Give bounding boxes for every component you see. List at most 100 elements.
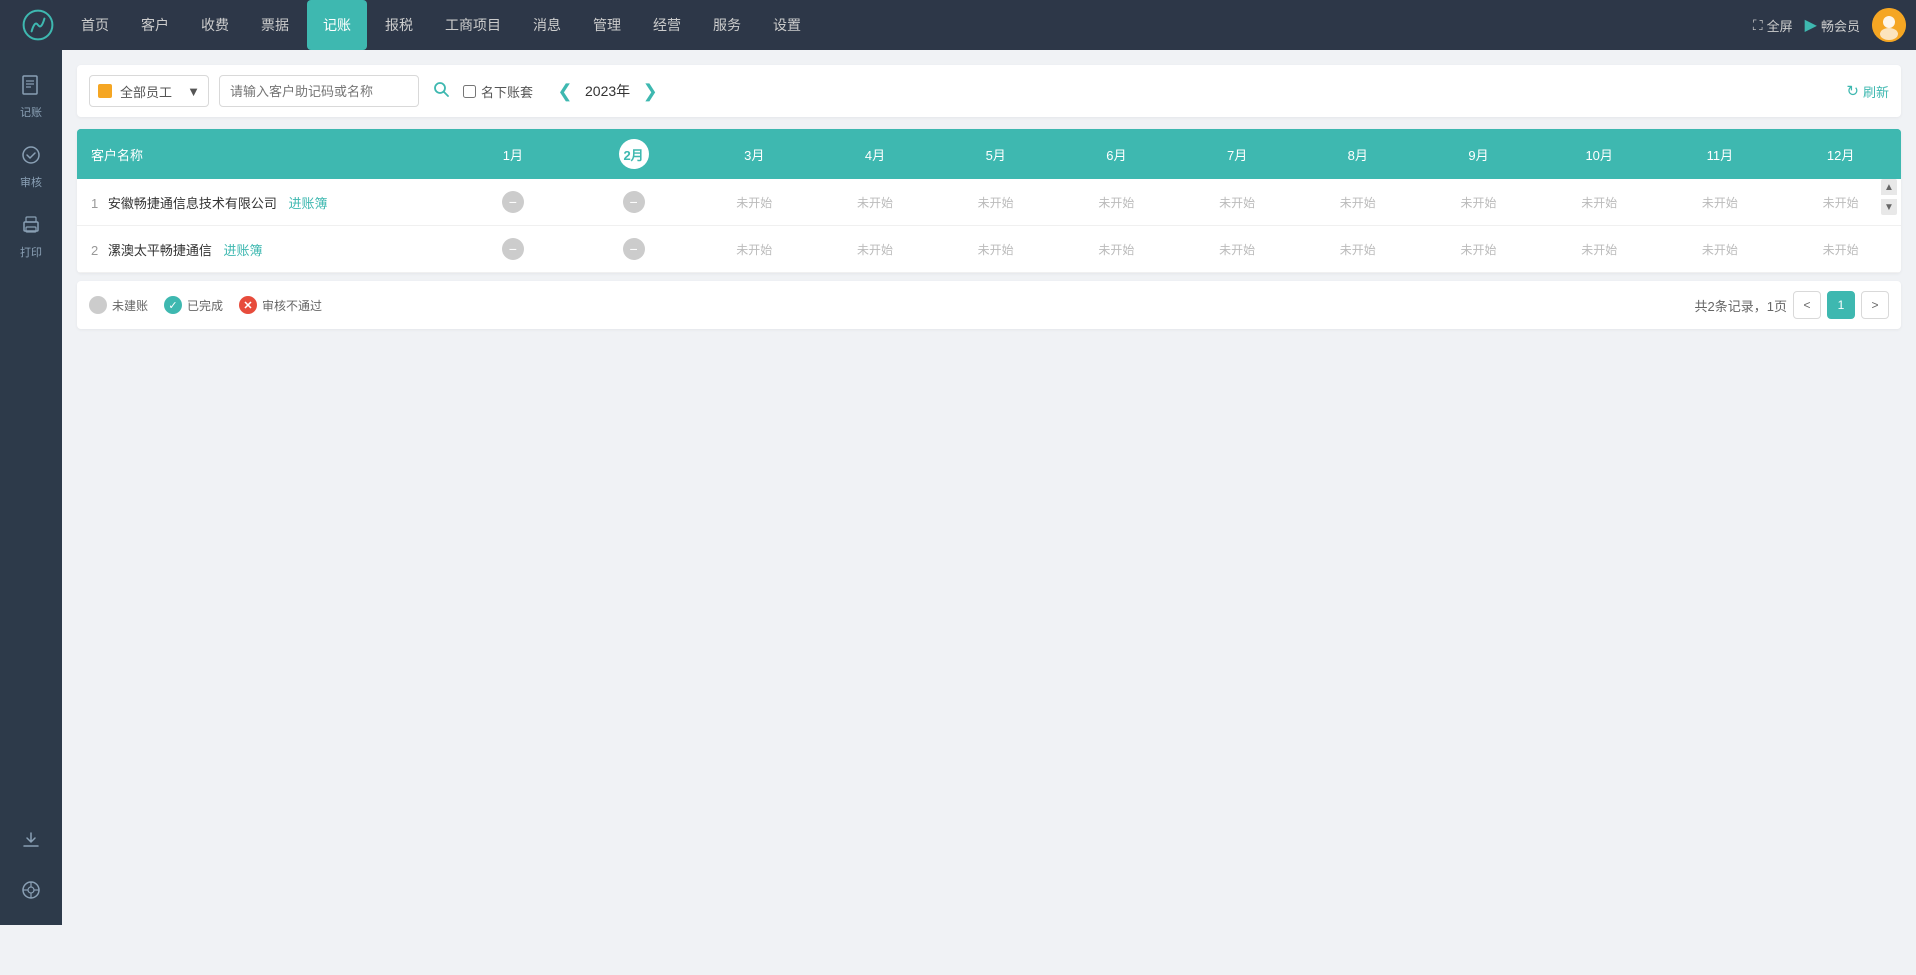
month-cell-2: 未开始: [694, 179, 815, 226]
fullscreen-btn[interactable]: ⛶ 全屏: [1753, 16, 1793, 35]
nav-operation[interactable]: 经营: [637, 0, 697, 50]
prev-year-button[interactable]: ❮: [553, 79, 577, 103]
chevron-down-icon: ▼: [187, 84, 200, 99]
prev-page-button[interactable]: <: [1793, 291, 1821, 319]
nav-business[interactable]: 工商项目: [429, 0, 517, 50]
check-icon: ✓: [168, 299, 177, 312]
month-cell-10: 未开始: [1660, 226, 1781, 273]
status-not-started: 未开始: [1098, 196, 1134, 210]
status-not-started: 未开始: [978, 243, 1014, 257]
nav-settings[interactable]: 设置: [757, 0, 817, 50]
table-row: 2 漯澳太平畅捷通信 进账簿 −−未开始未开始未开始未开始未开始未开始未开始未开…: [77, 226, 1901, 273]
month-cell-6: 未开始: [1177, 179, 1298, 226]
header-month-8: 8月: [1297, 129, 1418, 179]
scroll-down-button[interactable]: ▼: [1881, 199, 1897, 215]
status-not-started: 未开始: [1702, 243, 1738, 257]
search-input[interactable]: [219, 75, 419, 107]
member-btn[interactable]: ▶ 畅会员: [1805, 15, 1860, 35]
header-month-3: 3月: [694, 129, 815, 179]
status-not-started: 未开始: [1581, 243, 1617, 257]
nav-fee[interactable]: 收费: [185, 0, 245, 50]
status-not-started: 未开始: [857, 243, 893, 257]
status-not-started: 未开始: [1340, 243, 1376, 257]
toolbar: 全部员工 ▼ 名下账套 ❮ 2023年 ❯ ↻ 刷新: [77, 65, 1901, 117]
next-year-button[interactable]: ❯: [638, 79, 662, 103]
nav-home[interactable]: 首页: [65, 0, 125, 50]
month-cell-7: 未开始: [1297, 179, 1418, 226]
status-not-started: 未开始: [978, 196, 1014, 210]
status-not-started: 未开始: [736, 196, 772, 210]
month-cell-5: 未开始: [1056, 226, 1177, 273]
status-not-started: 未开始: [1340, 196, 1376, 210]
print-icon: [16, 210, 46, 240]
month-cell-3: 未开始: [815, 179, 936, 226]
status-not-started: 未开始: [1098, 243, 1134, 257]
side-nav: 记账 审核 打印: [0, 50, 62, 925]
year-display: 2023年: [585, 81, 630, 101]
month-cell-9: 未开始: [1539, 226, 1660, 273]
month-cell-2: 未开始: [694, 226, 815, 273]
audit-icon: [16, 140, 46, 170]
header-month-6: 6月: [1056, 129, 1177, 179]
header-month-7: 7月: [1177, 129, 1298, 179]
header-month-4: 4月: [815, 129, 936, 179]
status-not-started: 未开始: [1702, 196, 1738, 210]
month-cell-3: 未开始: [815, 226, 936, 273]
pagination: 共2条记录，1页 < 1 >: [1695, 291, 1889, 319]
my-accounts-checkbox[interactable]: [463, 85, 476, 98]
my-accounts-label: 名下账套: [481, 82, 533, 101]
search-button[interactable]: [429, 81, 453, 102]
nav-invoice[interactable]: 票据: [245, 0, 305, 50]
page-1-button[interactable]: 1: [1827, 291, 1855, 319]
footer: 未建账 ✓ 已完成 ✕ 审核不通过 共2条记录，1页 < 1 >: [77, 281, 1901, 329]
side-nav-audit-label: 审核: [20, 174, 42, 190]
status-circle: −: [502, 191, 524, 213]
side-nav-ledger[interactable]: 记账: [0, 60, 62, 130]
legend-completed-label: 已完成: [187, 297, 223, 314]
status-not-started: 未开始: [1460, 243, 1496, 257]
x-icon: ✕: [243, 299, 252, 312]
my-accounts-checkbox-label[interactable]: 名下账套: [463, 82, 533, 101]
legend-red-icon: ✕: [239, 296, 257, 314]
table-scroll[interactable]: 客户名称 1月 2月 3月 4月 5月 6月 7月 8月 9月 10月 11月 …: [77, 129, 1901, 273]
side-nav-print[interactable]: 打印: [0, 200, 62, 270]
avatar[interactable]: [1872, 8, 1906, 42]
table-row: 1 安徽畅捷通信息技术有限公司 进账簿 −−未开始未开始未开始未开始未开始未开始…: [77, 179, 1901, 226]
month-cell-9: 未开始: [1539, 179, 1660, 226]
app-logo: [10, 9, 65, 41]
status-circle: −: [502, 238, 524, 260]
enter-ledger-link[interactable]: 进账簿: [224, 243, 263, 258]
month-cell-8: 未开始: [1418, 179, 1539, 226]
record-info: 共2条记录，1页: [1695, 296, 1787, 315]
nav-message[interactable]: 消息: [517, 0, 577, 50]
enter-ledger-link[interactable]: 进账簿: [289, 196, 328, 211]
client-num: 1: [91, 196, 98, 211]
side-nav-print-label: 打印: [20, 244, 42, 260]
scroll-up-button[interactable]: ▲: [1881, 179, 1897, 195]
nav-client[interactable]: 客户: [125, 0, 185, 50]
data-table: 客户名称 1月 2月 3月 4月 5月 6月 7月 8月 9月 10月 11月 …: [77, 129, 1901, 273]
side-nav-support[interactable]: [16, 865, 46, 915]
nav-ledger[interactable]: 记账: [307, 0, 367, 50]
header-month-10: 10月: [1539, 129, 1660, 179]
month-cell-1: −: [573, 179, 694, 226]
month-cell-8: 未开始: [1418, 226, 1539, 273]
status-not-started: 未开始: [1219, 196, 1255, 210]
legend-teal-icon: ✓: [164, 296, 182, 314]
nav-manage[interactable]: 管理: [577, 0, 637, 50]
header-month-1: 1月: [453, 129, 574, 179]
month-cell-11: 未开始: [1780, 226, 1901, 273]
month-cell-5: 未开始: [1056, 179, 1177, 226]
member-label: 畅会员: [1821, 16, 1860, 35]
header-month-11: 11月: [1660, 129, 1781, 179]
header-month-5: 5月: [935, 129, 1056, 179]
side-nav-download[interactable]: [16, 815, 46, 865]
employee-select[interactable]: 全部员工 ▼: [89, 75, 209, 107]
nav-tax[interactable]: 报税: [369, 0, 429, 50]
refresh-button[interactable]: ↻ 刷新: [1846, 82, 1889, 101]
next-page-button[interactable]: >: [1861, 291, 1889, 319]
nav-right-area: ⛶ 全屏 ▶ 畅会员: [1753, 8, 1906, 42]
nav-service[interactable]: 服务: [697, 0, 757, 50]
side-nav-audit[interactable]: 审核: [0, 130, 62, 200]
month-cell-10: 未开始: [1660, 179, 1781, 226]
